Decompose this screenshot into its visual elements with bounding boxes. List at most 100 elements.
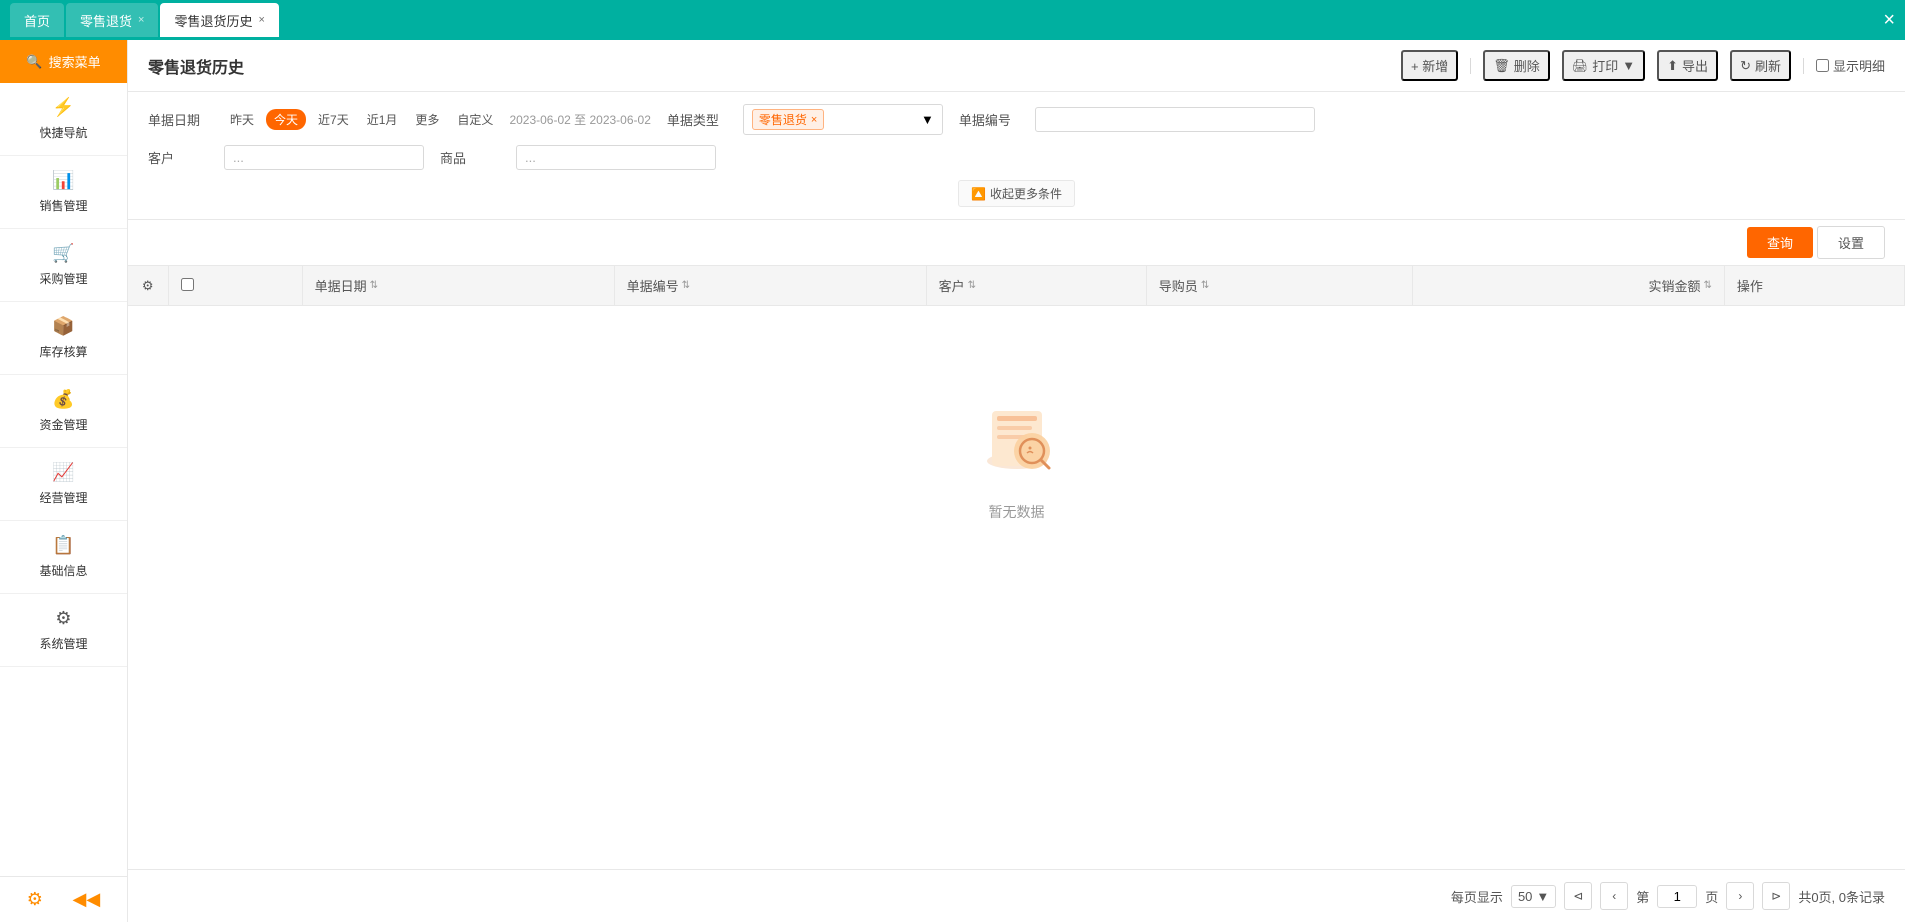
type-filter-dropdown-icon: ▼	[921, 112, 934, 127]
tab-close-icon[interactable]: ×	[138, 14, 144, 26]
empty-state: 暂无数据	[128, 306, 1905, 602]
sidebar-item-销售管理[interactable]: 📊 销售管理	[0, 156, 127, 229]
new-button[interactable]: + 新增	[1401, 50, 1458, 81]
customer-filter-label: 客户	[148, 148, 208, 167]
refresh-icon: ↻	[1740, 58, 1751, 74]
collapse-icon: 🔼	[971, 187, 986, 201]
date-today-btn[interactable]: 今天	[266, 109, 306, 130]
date-7days-btn[interactable]: 近7天	[312, 109, 355, 130]
setting-button[interactable]: 设置	[1817, 226, 1885, 259]
collapse-row: 🔼 收起更多条件	[148, 180, 1885, 207]
col-customer[interactable]: 客户⇅	[926, 266, 1146, 306]
amount-sort-icon: ⇅	[1704, 280, 1712, 291]
customer-sort-icon: ⇅	[968, 280, 976, 291]
first-page-button[interactable]: ⊲	[1564, 882, 1592, 910]
per-page-label: 每页显示	[1451, 887, 1503, 906]
date-range-display: 2023-06-02 至 2023-06-02	[509, 111, 650, 128]
search-icon: 🔍	[26, 54, 42, 70]
pagination: 每页显示 50 ▼ ⊲ ‹ 第 页 › ⊳ 共0页, 0条记录	[128, 869, 1905, 922]
sidebar-item-快捷导航[interactable]: ⚡ 快捷导航	[0, 83, 127, 156]
export-icon: ⬆	[1667, 58, 1678, 74]
per-page-dropdown-icon: ▼	[1536, 889, 1549, 904]
main-layout: 🔍 搜索菜单 ⚡ 快捷导航 📊 销售管理 🛒 采购管理 📦 库存核算 💰 资金管…	[0, 40, 1905, 922]
print-dropdown-icon: ▼	[1622, 58, 1635, 73]
col-amount[interactable]: 实销金额⇅	[1412, 266, 1724, 306]
sidebar-audio-icon[interactable]: ◀◀	[73, 889, 101, 910]
sidebar-item-label: 系统管理	[39, 635, 87, 652]
col-settings[interactable]: ⚙	[128, 266, 168, 306]
date-sort-icon: ⇅	[370, 280, 378, 291]
col-doc-no[interactable]: 单据编号⇅	[614, 266, 926, 306]
page-header: 零售退货历史 + 新增 🗑 删除 🖨 打印 ▼ ⬆ 导出 ↻	[128, 40, 1905, 92]
date-filter-group: 昨天 今天 近7天 近1月 更多 自定义 2023-06-02 至 2023-0…	[224, 109, 651, 130]
tab-list: 首页零售退货× 零售退货历史 ×	[10, 3, 1883, 37]
sidebar-item-库存核算[interactable]: 📦 库存核算	[0, 302, 127, 375]
col-operation: 操作	[1724, 266, 1904, 306]
next-page-button[interactable]: ›	[1726, 882, 1754, 910]
tab-label: 零售退货历史	[174, 11, 252, 30]
query-button[interactable]: 查询	[1747, 227, 1813, 258]
doc-no-filter-label: 单据编号	[959, 110, 1019, 129]
sidebar-item-基础信息[interactable]: 📋 基础信息	[0, 521, 127, 594]
page-number-input[interactable]	[1657, 885, 1697, 908]
sidebar-item-icon: ⚙	[55, 608, 71, 629]
customer-filter-select[interactable]: ...	[224, 145, 424, 170]
select-all-checkbox[interactable]	[181, 278, 194, 291]
date-yesterday-btn[interactable]: 昨天	[224, 109, 260, 130]
content-area: 零售退货历史 + 新增 🗑 删除 🖨 打印 ▼ ⬆ 导出 ↻	[128, 40, 1905, 922]
per-page-select[interactable]: 50 ▼	[1511, 885, 1556, 908]
sidebar-search-button[interactable]: 🔍 搜索菜单	[0, 40, 127, 83]
sidebar-item-icon: 📊	[52, 170, 74, 191]
date-custom-btn[interactable]: 自定义	[451, 109, 499, 130]
col-guide[interactable]: 导购员⇅	[1146, 266, 1412, 306]
sidebar-item-采购管理[interactable]: 🛒 采购管理	[0, 229, 127, 302]
tab-零售退货历史[interactable]: 零售退货历史 ×	[160, 3, 278, 37]
delete-icon: 🗑	[1493, 58, 1510, 74]
print-icon: 🖨	[1572, 58, 1589, 74]
total-info: 共0页, 0条记录	[1798, 887, 1885, 906]
show-detail-checkbox[interactable]	[1816, 59, 1829, 72]
sidebar-item-icon: 💰	[52, 389, 74, 410]
page-label: 第	[1636, 887, 1649, 906]
filter-area: 单据日期 昨天 今天 近7天 近1月 更多 自定义 2023-06-02 至 2…	[128, 92, 1905, 220]
empty-text: 暂无数据	[989, 502, 1045, 522]
print-button[interactable]: 🖨 打印 ▼	[1562, 50, 1645, 81]
sidebar-item-icon: 📦	[52, 316, 74, 337]
prev-page-button[interactable]: ‹	[1600, 882, 1628, 910]
export-button[interactable]: ⬆ 导出	[1657, 50, 1718, 81]
sidebar-item-label: 资金管理	[39, 416, 87, 433]
tab-首页[interactable]: 首页	[10, 3, 64, 37]
sidebar-item-经营管理[interactable]: 📈 经营管理	[0, 448, 127, 521]
sidebar-item-icon: 📋	[52, 535, 74, 556]
sidebar-item-label: 基础信息	[39, 562, 87, 579]
show-detail-checkbox-label[interactable]: 显示明细	[1816, 56, 1885, 75]
doc-no-filter-input[interactable]	[1035, 107, 1315, 132]
sidebar-item-系统管理[interactable]: ⚙ 系统管理	[0, 594, 127, 667]
sidebar-settings-icon[interactable]: ⚙	[27, 889, 43, 910]
last-page-button[interactable]: ⊳	[1762, 882, 1790, 910]
refresh-button[interactable]: ↻ 刷新	[1730, 50, 1791, 81]
sidebar-item-icon: 🛒	[52, 243, 74, 264]
tab-close-icon[interactable]: ×	[258, 14, 264, 26]
sidebar-search-label: 搜索菜单	[49, 52, 101, 71]
window-close-button[interactable]: ×	[1883, 9, 1895, 32]
type-filter-select[interactable]: 零售退货 × ▼	[743, 104, 943, 135]
goods-filter-select[interactable]: ...	[516, 145, 716, 170]
divider	[1470, 58, 1471, 74]
date-filter-label: 单据日期	[148, 110, 208, 129]
table-header-row: ⚙ 单据日期⇅ 单据编号⇅ 客户⇅ 导购员⇅ 实销金额⇅ 操作	[128, 266, 1905, 306]
delete-button[interactable]: 🗑 删除	[1483, 50, 1550, 81]
type-filter-label: 单据类型	[667, 110, 727, 129]
col-date[interactable]: 单据日期⇅	[302, 266, 614, 306]
type-filter-tag-close[interactable]: ×	[811, 114, 817, 126]
date-1month-btn[interactable]: 近1月	[361, 109, 404, 130]
sidebar-item-资金管理[interactable]: 💰 资金管理	[0, 375, 127, 448]
date-more-btn[interactable]: 更多	[409, 109, 445, 130]
collapse-button[interactable]: 🔼 收起更多条件	[958, 180, 1075, 207]
tab-零售退货[interactable]: 零售退货×	[66, 3, 158, 37]
table-container: ⚙ 单据日期⇅ 单据编号⇅ 客户⇅ 导购员⇅ 实销金额⇅ 操作	[128, 266, 1905, 869]
page-title: 零售退货历史	[148, 54, 244, 78]
guide-sort-icon: ⇅	[1201, 280, 1209, 291]
divider2	[1803, 58, 1804, 74]
sidebar-bottom: ⚙ ◀◀	[0, 876, 127, 922]
